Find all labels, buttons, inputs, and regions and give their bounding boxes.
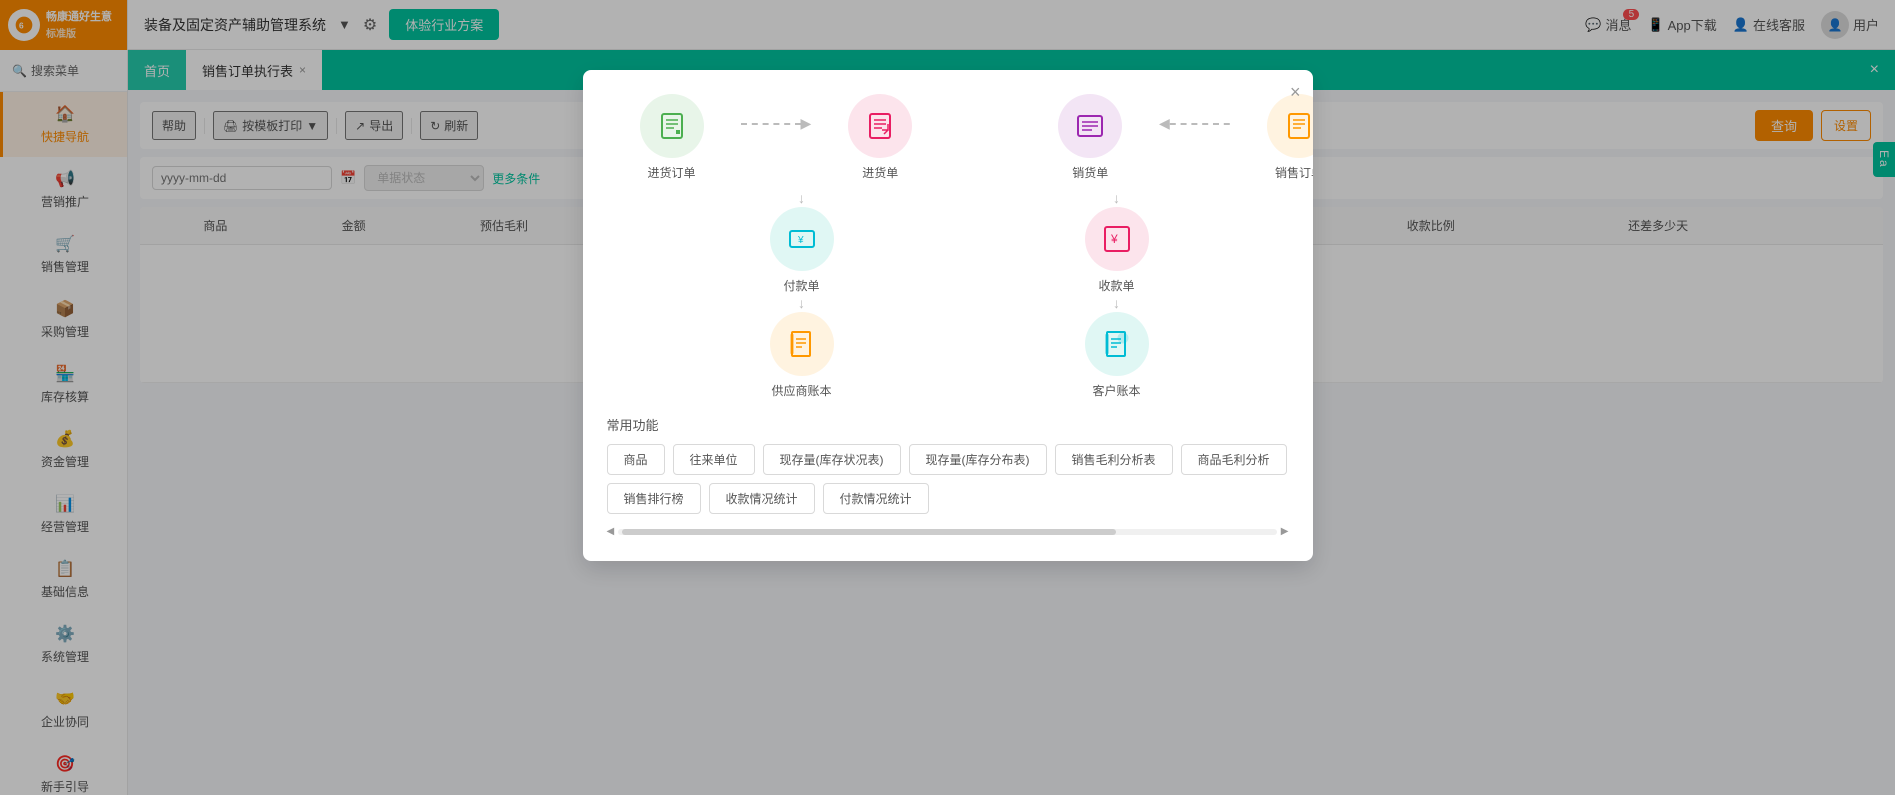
sales-slip-label: 销货单: [1072, 164, 1108, 181]
flow-col-right: ↓ ¥ 收款单 ↓ 客户账本: [987, 189, 1247, 399]
common-btn-sales-gross[interactable]: 销售毛利分析表: [1055, 444, 1173, 475]
common-btn-stock-status[interactable]: 现存量(库存状况表): [763, 444, 901, 475]
purchase-slip-label: 进货单: [862, 164, 898, 181]
scroll-left-arrow[interactable]: ◀: [607, 526, 615, 537]
flow-item-sales-order[interactable]: 销售订单: [1234, 94, 1312, 181]
scroll-right-arrow[interactable]: ▶: [1281, 526, 1289, 537]
flow-row-1: 进货订单 ▶ 进货单: [607, 94, 1313, 181]
common-btn-payment-stats[interactable]: 付款情况统计: [823, 483, 929, 514]
scroll-arrows: ◀ ▶: [607, 526, 1289, 537]
sales-slip-circle: [1058, 94, 1122, 158]
flow-item-receipt[interactable]: ¥ 收款单: [1052, 207, 1182, 294]
purchase-slip-circle: [848, 94, 912, 158]
payment-circle: ¥: [770, 207, 834, 271]
flow-item-purchase-order[interactable]: 进货订单: [607, 94, 737, 181]
arrow-sales-order-to-slip: ▶: [1159, 115, 1230, 132]
flow-item-customer-ledger[interactable]: 客户账本: [1052, 312, 1182, 399]
flow-item-supplier-ledger[interactable]: 供应商账本: [737, 312, 867, 399]
flow-col-left: ↓ ¥ 付款单 ↓ 供应商账本: [607, 189, 867, 399]
purchase-order-label: 进货订单: [647, 164, 695, 181]
common-btn-sales-rank[interactable]: 销售排行榜: [607, 483, 701, 514]
svg-text:¥: ¥: [797, 235, 804, 246]
modal-scrollbar: ◀ ▶: [607, 526, 1289, 537]
sales-order-label: 销售订单: [1275, 164, 1312, 181]
receipt-label: 收款单: [1098, 277, 1134, 294]
receipt-circle: ¥: [1085, 207, 1149, 271]
modal-overlay[interactable]: × 进货订单 ▶: [0, 0, 1895, 795]
flow-item-purchase-slip[interactable]: 进货单: [815, 94, 945, 181]
common-section-title: 常用功能: [607, 415, 1289, 434]
arrow-purchase-to-slip: ▶: [741, 115, 812, 132]
common-btn-receipt-stats[interactable]: 收款情况统计: [709, 483, 815, 514]
arrow-down-purchase-payment: ↓: [798, 191, 805, 205]
payment-label: 付款单: [783, 277, 819, 294]
supplier-ledger-circle: [770, 312, 834, 376]
supplier-ledger-label: 供应商账本: [771, 382, 831, 399]
scroll-track: [618, 529, 1277, 535]
customer-ledger-circle: [1085, 312, 1149, 376]
purchase-order-circle: [640, 94, 704, 158]
flow-section: 进货订单 ▶ 进货单: [607, 94, 1289, 399]
flow-item-sales-slip[interactable]: 销货单: [1025, 94, 1155, 181]
flow-row-2-wrapper: ↓ ¥ 付款单 ↓ 供应商账本: [607, 189, 1247, 399]
common-btn-product-gross[interactable]: 商品毛利分析: [1181, 444, 1287, 475]
common-buttons: 商品 往来单位 现存量(库存状况表) 现存量(库存分布表) 销售毛利分析表 商品…: [607, 444, 1289, 475]
common-btn-product[interactable]: 商品: [607, 444, 665, 475]
scroll-track-wrap: [614, 529, 1281, 535]
flow-item-payment[interactable]: ¥ 付款单: [737, 207, 867, 294]
sales-order-circle: [1267, 94, 1312, 158]
flow-modal: × 进货订单 ▶: [583, 70, 1313, 561]
arrow-down-receipt-customer: ↓: [1113, 296, 1120, 310]
customer-ledger-label: 客户账本: [1092, 382, 1140, 399]
common-buttons-row2: 销售排行榜 收款情况统计 付款情况统计: [607, 483, 1289, 514]
modal-close-button[interactable]: ×: [1290, 82, 1301, 103]
svg-text:¥: ¥: [1110, 232, 1118, 246]
common-btn-stock-dist[interactable]: 现存量(库存分布表): [909, 444, 1047, 475]
arrow-down-payment-supplier: ↓: [798, 296, 805, 310]
arrow-down-sales-receipt: ↓: [1113, 191, 1120, 205]
scroll-thumb[interactable]: [622, 529, 1116, 535]
common-btn-contacts[interactable]: 往来单位: [673, 444, 755, 475]
common-section: 常用功能 商品 往来单位 现存量(库存状况表) 现存量(库存分布表) 销售毛利分…: [607, 415, 1289, 514]
